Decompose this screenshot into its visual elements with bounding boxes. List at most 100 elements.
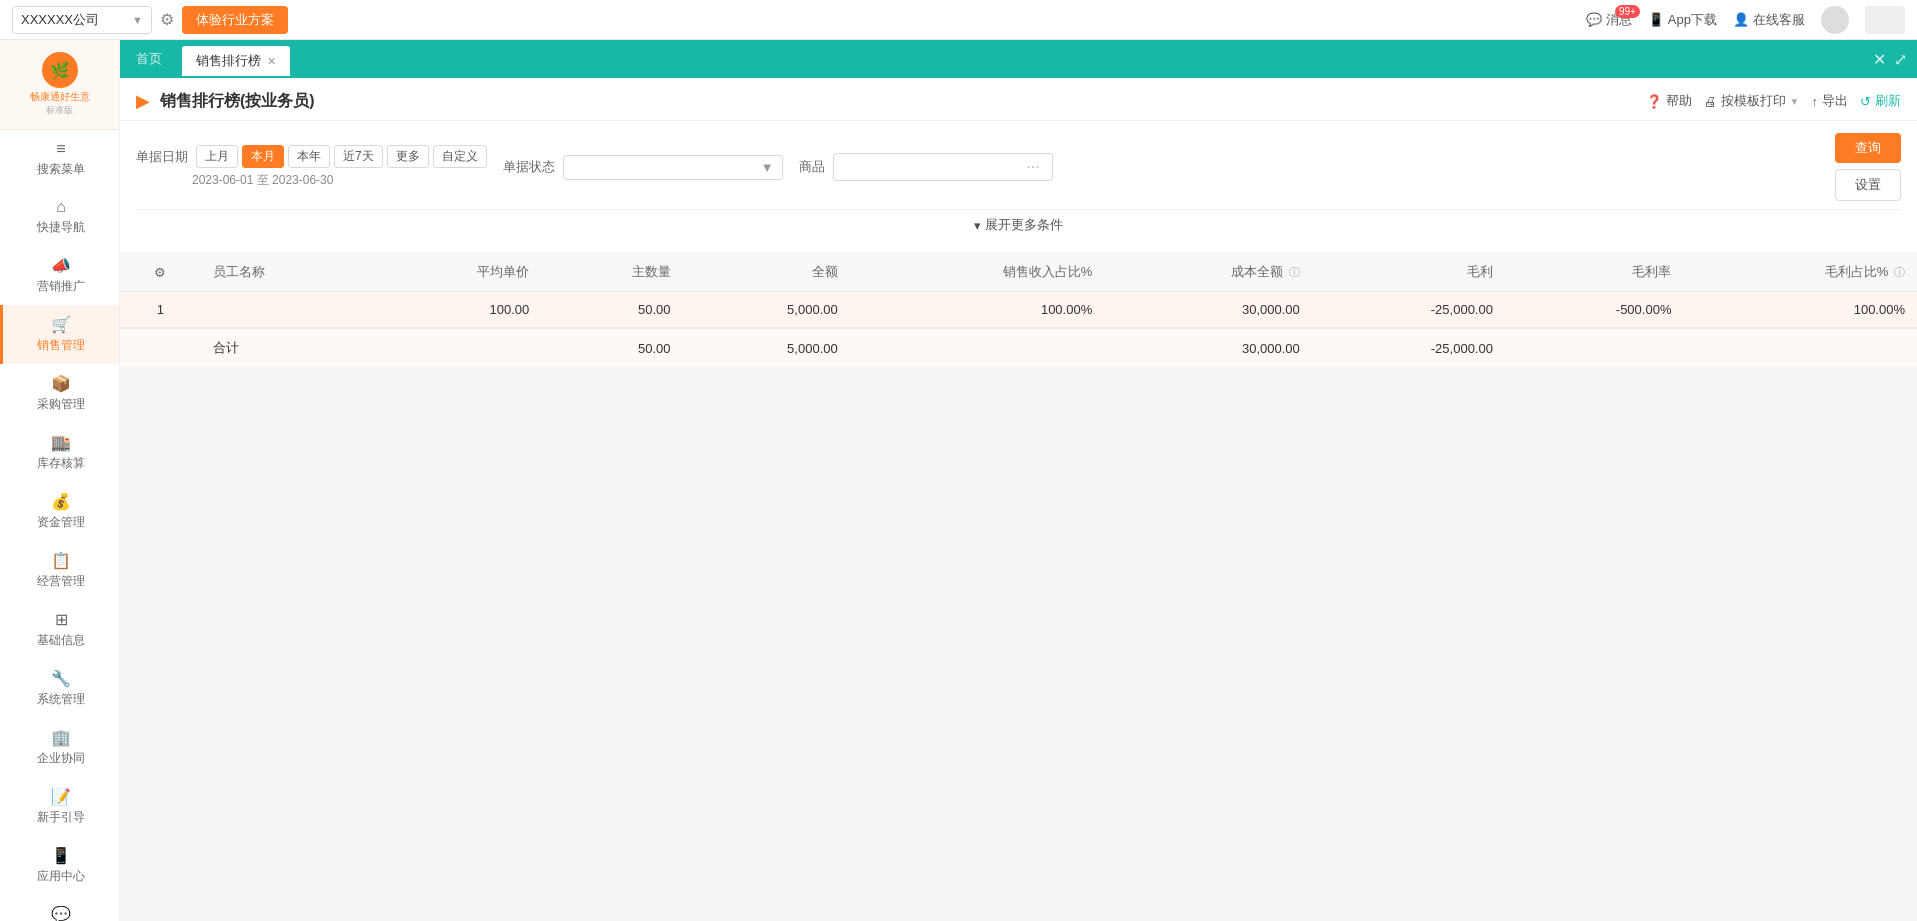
th-gross-pct: 毛利占比% ⓘ — [1683, 253, 1917, 292]
cell-qty: 50.00 — [541, 292, 682, 329]
th-settings[interactable]: ⚙ — [120, 253, 201, 292]
sidebar-logo: 🌿 畅康通好生意 标准版 — [0, 40, 119, 130]
basic-icon: ⊞ — [55, 610, 68, 629]
footer-qty: 50.00 — [541, 328, 682, 368]
sidebar-item-sales[interactable]: 🛒 销售管理 — [0, 305, 119, 364]
appcenter-icon: 📱 — [51, 846, 71, 865]
app-download-label: App下载 — [1668, 11, 1717, 29]
cell-gross-pct: 100.00% — [1683, 292, 1917, 329]
date-btn-7days[interactable]: 近7天 — [334, 145, 383, 168]
cell-gross: -25,000.00 — [1312, 292, 1505, 329]
expand-conditions-button[interactable]: ▾ 展开更多条件 — [136, 209, 1901, 240]
user-avatar[interactable] — [1821, 6, 1849, 34]
refresh-button[interactable]: ↺ 刷新 — [1860, 92, 1901, 110]
tab-expand-icon[interactable]: ⤢ — [1894, 50, 1907, 69]
home-icon: ⌂ — [56, 198, 66, 216]
export-label: 导出 — [1822, 92, 1848, 110]
topbar-settings-icon[interactable]: ⚙ — [160, 10, 174, 29]
date-btn-custom[interactable]: 自定义 — [433, 145, 487, 168]
sidebar-item-operation[interactable]: 📋 经营管理 — [0, 541, 119, 600]
export-icon: ↑ — [1812, 94, 1819, 109]
sidebar-item-label: 搜索菜单 — [37, 161, 85, 178]
th-settings-icon: ⚙ — [154, 265, 166, 280]
message-badge: 99+ — [1615, 5, 1640, 18]
date-btn-more[interactable]: 更多 — [387, 145, 429, 168]
sidebar-item-enterprise[interactable]: 🏢 企业协同 — [0, 718, 119, 777]
sidebar-item-shortcut[interactable]: ⌂ 快捷导航 — [0, 188, 119, 246]
th-amount: 全额 — [683, 253, 850, 292]
date-btn-this-year[interactable]: 本年 — [288, 145, 330, 168]
user-name-area[interactable] — [1865, 6, 1905, 34]
page-content: ▶ 销售排行榜(按业务员) ❓ 帮助 🖨 按模板打印 ▼ — [120, 78, 1917, 921]
sidebar-item-label: 系统管理 — [37, 691, 85, 708]
template-print-label: 按模板打印 — [1721, 92, 1786, 110]
trial-button[interactable]: 体验行业方案 — [182, 6, 288, 34]
settings-button[interactable]: 设置 — [1835, 169, 1901, 201]
cell-sales-pct: 100.00% — [850, 292, 1105, 329]
purchase-icon: 📦 — [51, 374, 71, 393]
status-select[interactable]: ▼ — [563, 155, 783, 180]
content-area: 首页 销售排行榜 ✕ ✕ ⤢ ▶ 销售排行榜(按业务员) — [120, 40, 1917, 921]
sidebar-item-label: 经营管理 — [37, 573, 85, 590]
sidebar-item-label: 新手引导 — [37, 809, 85, 826]
sidebar-item-label: 基础信息 — [37, 632, 85, 649]
th-qty: 主数量 — [541, 253, 682, 292]
tab-close-icon[interactable]: ✕ — [267, 55, 276, 68]
date-range-display: 2023-06-01 至 2023-06-30 — [192, 172, 333, 189]
sidebar-item-marketing[interactable]: 📣 营销推广 — [0, 246, 119, 305]
sidebar-item-inventory[interactable]: 🏬 库存核算 — [0, 423, 119, 482]
top-bar-left: XXXXXX公司 ▼ ⚙ 体验行业方案 — [12, 6, 288, 34]
gross-pct-info-icon[interactable]: ⓘ — [1894, 266, 1905, 278]
th-cost: 成本全额 ⓘ — [1104, 253, 1312, 292]
footer-amount: 5,000.00 — [683, 328, 850, 368]
page-header-actions: ❓ 帮助 🖨 按模板打印 ▼ ↑ 导出 — [1646, 92, 1901, 110]
sidebar-item-purchase[interactable]: 📦 采购管理 — [0, 364, 119, 423]
table-row: 1 100.00 50.00 5,000.00 100.00% 30,000.0… — [120, 292, 1917, 329]
print-dropdown-icon: ▼ — [1790, 96, 1800, 107]
expand-label: 展开更多条件 — [985, 216, 1063, 234]
print-icon: 🖨 — [1704, 94, 1717, 109]
filter-area: 单据日期 上月 本月 本年 近7天 更多 自定义 — [120, 121, 1917, 253]
help-button[interactable]: ❓ 帮助 — [1646, 92, 1692, 110]
tab-home[interactable]: 首页 — [120, 40, 178, 78]
search-menu-icon: ≡ — [56, 140, 65, 158]
help-icon: ❓ — [1646, 94, 1662, 109]
wechat-icon: 💬 — [51, 905, 71, 921]
cell-cost: 30,000.00 — [1104, 292, 1312, 329]
query-button[interactable]: 查询 — [1835, 133, 1901, 163]
date-btn-last-month[interactable]: 上月 — [196, 145, 238, 168]
table-wrapper: ⚙ 员工名称 平均单价 主数量 全额 销售收入占比% 成本全额 — [120, 253, 1917, 368]
filter-row: 单据日期 上月 本月 本年 近7天 更多 自定义 — [136, 133, 1901, 201]
tab-sales-ranking[interactable]: 销售排行榜 ✕ — [182, 46, 290, 76]
company-selector[interactable]: XXXXXX公司 ▼ — [12, 6, 152, 34]
expand-down-icon: ▾ — [974, 218, 981, 233]
app-download-button[interactable]: 📱 App下载 — [1648, 11, 1717, 29]
sidebar-item-search[interactable]: ≡ 搜索菜单 — [0, 130, 119, 188]
sidebar-item-appcenter[interactable]: 📱 应用中心 — [0, 836, 119, 895]
template-print-button[interactable]: 🖨 按模板打印 ▼ — [1704, 92, 1800, 110]
sidebar-item-basic[interactable]: ⊞ 基础信息 — [0, 600, 119, 659]
date-btn-this-month[interactable]: 本月 — [242, 145, 284, 168]
sidebar-item-label: 快捷导航 — [37, 219, 85, 236]
online-service-button[interactable]: 👤 在线客服 — [1733, 11, 1805, 29]
sidebar-item-wechat[interactable]: 💬 企业微信 — [0, 895, 119, 921]
goods-input[interactable]: ··· — [833, 153, 1053, 181]
tab-bar: 首页 销售排行榜 ✕ ✕ ⤢ — [120, 40, 1917, 78]
help-label: 帮助 — [1666, 92, 1692, 110]
date-label: 单据日期 — [136, 148, 188, 166]
sidebar-item-finance[interactable]: 💰 资金管理 — [0, 482, 119, 541]
cost-info-icon[interactable]: ⓘ — [1289, 266, 1300, 278]
export-button[interactable]: ↑ 导出 — [1812, 92, 1849, 110]
th-gross-rate: 毛利率 — [1505, 253, 1684, 292]
message-icon: 💬 — [1586, 12, 1602, 27]
sidebar: 🌿 畅康通好生意 标准版 ≡ 搜索菜单 ⌂ 快捷导航 📣 营销推广 🛒 销售管理 — [0, 40, 120, 921]
expand-icon[interactable]: ▶ — [136, 90, 150, 112]
tab-close-all-icon[interactable]: ✕ — [1873, 50, 1886, 69]
app-icon: 📱 — [1648, 12, 1664, 27]
sidebar-logo-icon: 🌿 — [42, 52, 78, 88]
cell-rank: 1 — [120, 292, 201, 329]
message-button[interactable]: 💬 消息 99+ — [1586, 11, 1632, 29]
sidebar-item-system[interactable]: 🔧 系统管理 — [0, 659, 119, 718]
sidebar-item-guide[interactable]: 📝 新手引导 — [0, 777, 119, 836]
sidebar-logo-text: 畅康通好生意 — [30, 90, 90, 104]
